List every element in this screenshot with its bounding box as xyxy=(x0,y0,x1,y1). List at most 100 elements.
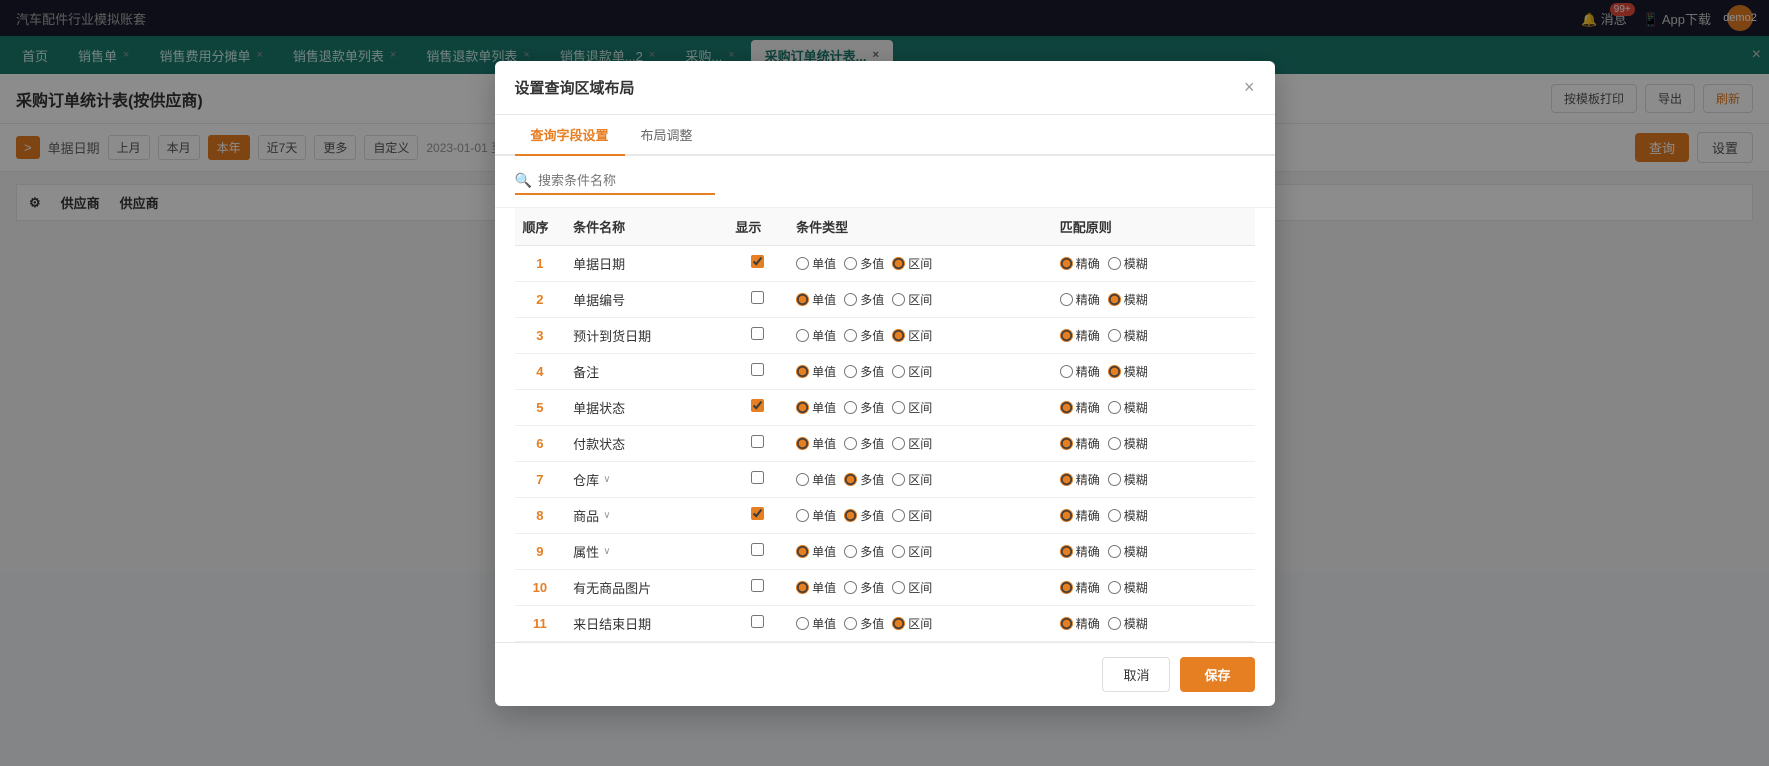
match-option-1[interactable]: 模糊 xyxy=(1108,507,1148,524)
save-button[interactable]: 保存 xyxy=(1180,657,1254,692)
cell-match[interactable]: 精确模糊 xyxy=(1052,461,1255,497)
type-option-0[interactable]: 单值 xyxy=(796,435,836,452)
type-option-2[interactable]: 区间 xyxy=(892,363,932,380)
type-option-0[interactable]: 单值 xyxy=(796,579,836,596)
expand-arrow[interactable]: ∨ xyxy=(603,546,610,557)
cell-show[interactable] xyxy=(727,533,788,569)
match-option-0[interactable]: 精确 xyxy=(1060,507,1100,524)
cell-show[interactable] xyxy=(727,245,788,281)
dialog-tab-layout[interactable]: 布局调整 xyxy=(625,115,709,156)
cell-type[interactable]: 单值多值区间 xyxy=(788,461,1052,497)
cell-match[interactable]: 精确模糊 xyxy=(1052,533,1255,569)
match-option-0[interactable]: 精确 xyxy=(1060,435,1100,452)
dialog-close-button[interactable]: × xyxy=(1244,78,1255,96)
show-checkbox-3[interactable] xyxy=(751,363,764,376)
type-option-2[interactable]: 区间 xyxy=(892,399,932,416)
match-option-0[interactable]: 精确 xyxy=(1060,579,1100,596)
cell-match[interactable]: 精确模糊 xyxy=(1052,605,1255,641)
type-option-1[interactable]: 多值 xyxy=(844,507,884,524)
cell-type[interactable]: 单值多值区间 xyxy=(788,605,1052,641)
type-option-2[interactable]: 区间 xyxy=(892,435,932,452)
type-option-1[interactable]: 多值 xyxy=(844,615,884,632)
type-option-0[interactable]: 单值 xyxy=(796,471,836,488)
dialog-tab-query[interactable]: 查询字段设置 xyxy=(515,115,625,156)
show-checkbox-0[interactable] xyxy=(751,255,764,268)
match-option-1[interactable]: 模糊 xyxy=(1108,615,1148,632)
match-option-1[interactable]: 模糊 xyxy=(1108,291,1148,308)
match-option-1[interactable]: 模糊 xyxy=(1108,363,1148,380)
type-option-0[interactable]: 单值 xyxy=(796,399,836,416)
type-option-0[interactable]: 单值 xyxy=(796,615,836,632)
type-option-1[interactable]: 多值 xyxy=(844,543,884,560)
show-checkbox-1[interactable] xyxy=(751,291,764,304)
cell-type[interactable]: 单值多值区间 xyxy=(788,497,1052,533)
type-option-1[interactable]: 多值 xyxy=(844,327,884,344)
cell-show[interactable] xyxy=(727,389,788,425)
cell-show[interactable] xyxy=(727,497,788,533)
cell-match[interactable]: 精确模糊 xyxy=(1052,389,1255,425)
type-option-1[interactable]: 多值 xyxy=(844,435,884,452)
type-option-1[interactable]: 多值 xyxy=(844,471,884,488)
cell-show[interactable] xyxy=(727,317,788,353)
type-option-1[interactable]: 多值 xyxy=(844,291,884,308)
match-option-1[interactable]: 模糊 xyxy=(1108,327,1148,344)
type-option-2[interactable]: 区间 xyxy=(892,291,932,308)
cell-match[interactable]: 精确模糊 xyxy=(1052,569,1255,605)
match-option-1[interactable]: 模糊 xyxy=(1108,435,1148,452)
cell-match[interactable]: 精确模糊 xyxy=(1052,497,1255,533)
cell-type[interactable]: 单值多值区间 xyxy=(788,353,1052,389)
match-option-1[interactable]: 模糊 xyxy=(1108,255,1148,272)
match-option-1[interactable]: 模糊 xyxy=(1108,471,1148,488)
type-option-2[interactable]: 区间 xyxy=(892,255,932,272)
show-checkbox-2[interactable] xyxy=(751,327,764,340)
match-option-0[interactable]: 精确 xyxy=(1060,327,1100,344)
match-option-1[interactable]: 模糊 xyxy=(1108,399,1148,416)
cell-type[interactable]: 单值多值区间 xyxy=(788,281,1052,317)
cell-show[interactable] xyxy=(727,281,788,317)
cell-type[interactable]: 单值多值区间 xyxy=(788,425,1052,461)
type-option-0[interactable]: 单值 xyxy=(796,507,836,524)
type-option-0[interactable]: 单值 xyxy=(796,255,836,272)
cell-show[interactable] xyxy=(727,605,788,641)
type-option-0[interactable]: 单值 xyxy=(796,363,836,380)
cell-show[interactable] xyxy=(727,569,788,605)
show-checkbox-7[interactable] xyxy=(751,507,764,520)
match-option-0[interactable]: 精确 xyxy=(1060,543,1100,560)
type-option-2[interactable]: 区间 xyxy=(892,471,932,488)
match-option-0[interactable]: 精确 xyxy=(1060,399,1100,416)
type-option-1[interactable]: 多值 xyxy=(844,579,884,596)
show-checkbox-4[interactable] xyxy=(751,399,764,412)
cell-show[interactable] xyxy=(727,461,788,497)
type-option-2[interactable]: 区间 xyxy=(892,579,932,596)
show-checkbox-10[interactable] xyxy=(751,615,764,628)
cell-type[interactable]: 单值多值区间 xyxy=(788,533,1052,569)
match-option-0[interactable]: 精确 xyxy=(1060,615,1100,632)
match-option-0[interactable]: 精确 xyxy=(1060,291,1100,308)
type-option-2[interactable]: 区间 xyxy=(892,543,932,560)
type-option-2[interactable]: 区间 xyxy=(892,615,932,632)
cell-type[interactable]: 单值多值区间 xyxy=(788,317,1052,353)
type-option-0[interactable]: 单值 xyxy=(796,291,836,308)
cell-type[interactable]: 单值多值区间 xyxy=(788,245,1052,281)
match-option-0[interactable]: 精确 xyxy=(1060,471,1100,488)
match-option-1[interactable]: 模糊 xyxy=(1108,543,1148,560)
cell-show[interactable] xyxy=(727,353,788,389)
expand-arrow[interactable]: ∨ xyxy=(603,510,610,521)
type-option-2[interactable]: 区间 xyxy=(892,327,932,344)
cell-match[interactable]: 精确模糊 xyxy=(1052,317,1255,353)
type-option-0[interactable]: 单值 xyxy=(796,327,836,344)
expand-arrow[interactable]: ∨ xyxy=(603,474,610,485)
search-input[interactable] xyxy=(538,173,698,188)
match-option-0[interactable]: 精确 xyxy=(1060,255,1100,272)
show-checkbox-8[interactable] xyxy=(751,543,764,556)
cell-type[interactable]: 单值多值区间 xyxy=(788,569,1052,605)
cell-match[interactable]: 精确模糊 xyxy=(1052,353,1255,389)
show-checkbox-6[interactable] xyxy=(751,471,764,484)
match-option-0[interactable]: 精确 xyxy=(1060,363,1100,380)
show-checkbox-9[interactable] xyxy=(751,579,764,592)
cell-match[interactable]: 精确模糊 xyxy=(1052,245,1255,281)
type-option-0[interactable]: 单值 xyxy=(796,543,836,560)
cell-type[interactable]: 单值多值区间 xyxy=(788,389,1052,425)
show-checkbox-5[interactable] xyxy=(751,435,764,448)
type-option-1[interactable]: 多值 xyxy=(844,363,884,380)
